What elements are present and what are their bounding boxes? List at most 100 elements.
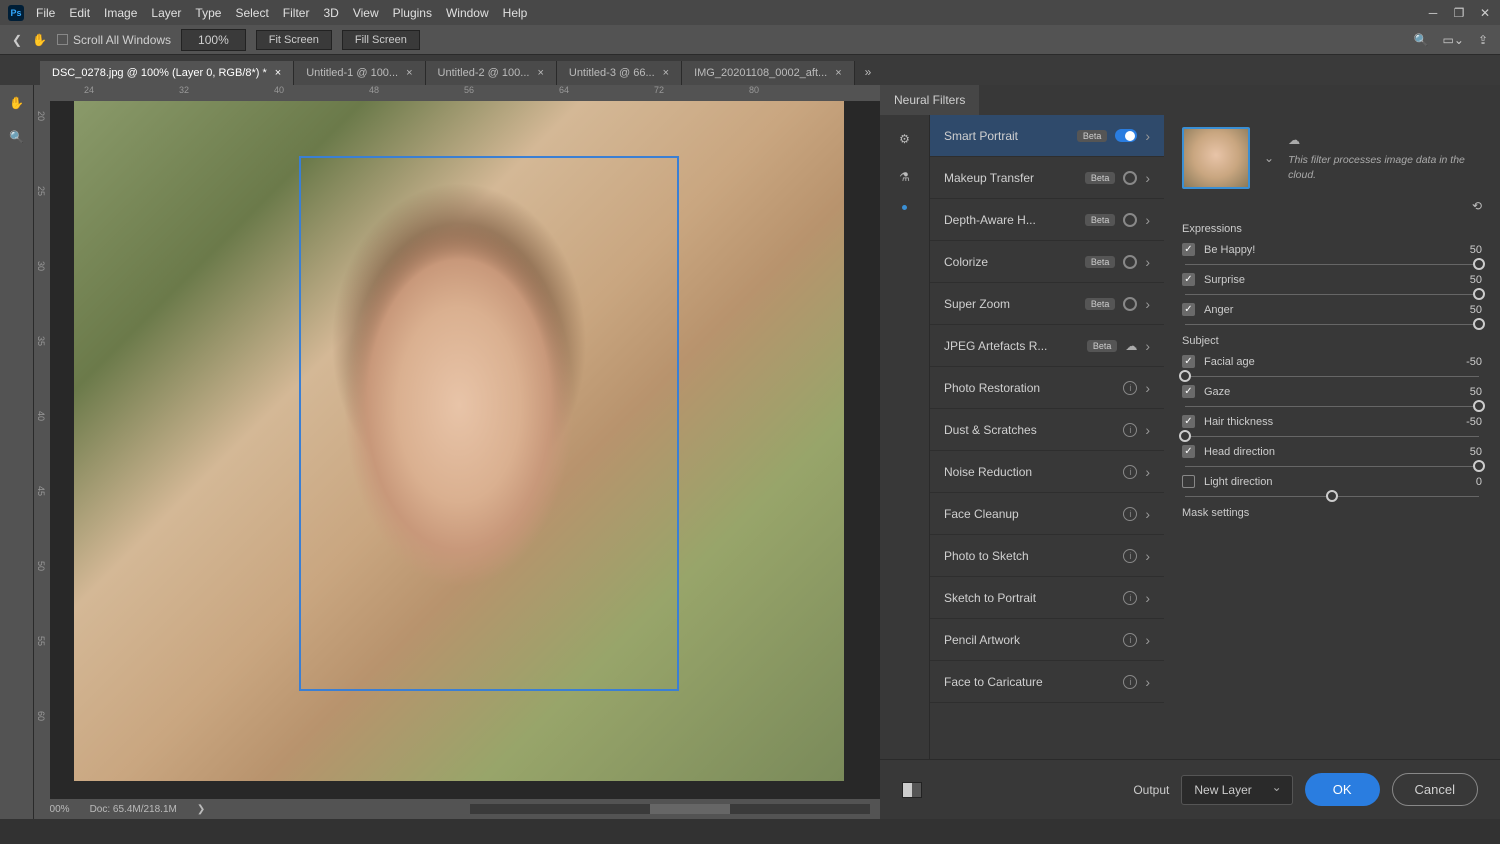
fit-screen-button[interactable]: Fit Screen <box>256 30 332 50</box>
slider-track[interactable] <box>1185 496 1479 497</box>
slider-handle[interactable] <box>1473 400 1485 412</box>
document-tab[interactable]: IMG_20201108_0002_aft...× <box>682 61 855 85</box>
tab-close-icon[interactable]: × <box>537 67 543 79</box>
menu-file[interactable]: File <box>36 6 55 20</box>
zoom-tool[interactable]: 🔍 <box>5 125 29 149</box>
filter-item[interactable]: Sketch to Portraiti› <box>930 577 1164 619</box>
filter-item[interactable]: JPEG Artefacts R...Beta☁› <box>930 325 1164 367</box>
document-tab[interactable]: Untitled-3 @ 66...× <box>557 61 682 85</box>
back-button[interactable]: ❮ <box>12 33 22 47</box>
slider-handle[interactable] <box>1473 258 1485 270</box>
menu-view[interactable]: View <box>353 6 379 20</box>
filter-item[interactable]: Makeup TransferBeta› <box>930 157 1164 199</box>
info-icon[interactable]: i <box>1123 423 1137 437</box>
menu-3d[interactable]: 3D <box>323 6 338 20</box>
canvas[interactable] <box>34 101 880 799</box>
slider-handle[interactable] <box>1179 370 1191 382</box>
hand-tool-icon[interactable]: ✋ <box>32 33 47 47</box>
filter-toggle[interactable] <box>1123 297 1137 311</box>
share-icon[interactable]: ⇪ <box>1478 33 1488 47</box>
face-selection-box[interactable] <box>299 156 679 691</box>
tabs-overflow-button[interactable]: » <box>855 59 882 85</box>
maximize-button[interactable]: ❐ <box>1452 6 1466 20</box>
slider-track[interactable] <box>1185 324 1479 325</box>
filter-item[interactable]: Dust & Scratchesi› <box>930 409 1164 451</box>
slider-track[interactable] <box>1185 406 1479 407</box>
filter-item[interactable]: Photo to Sketchi› <box>930 535 1164 577</box>
fill-screen-button[interactable]: Fill Screen <box>342 30 420 50</box>
info-icon[interactable]: i <box>1123 507 1137 521</box>
featured-category-icon[interactable]: ⚙ <box>895 129 915 149</box>
cloud-download-icon[interactable]: ☁ <box>1125 339 1137 353</box>
slider-handle[interactable] <box>1473 318 1485 330</box>
slider-checkbox[interactable]: ✓ <box>1182 445 1195 458</box>
status-chevron[interactable]: ❯ <box>197 804 205 815</box>
info-icon[interactable]: i <box>1123 675 1137 689</box>
slider-checkbox[interactable]: ✓ <box>1182 385 1195 398</box>
menu-edit[interactable]: Edit <box>69 6 90 20</box>
slider-checkbox[interactable]: ✓ <box>1182 273 1195 286</box>
menu-type[interactable]: Type <box>195 6 221 20</box>
filter-item[interactable]: Photo Restorationi› <box>930 367 1164 409</box>
face-dropdown-icon[interactable]: ⌄ <box>1264 151 1274 165</box>
filter-toggle[interactable] <box>1123 255 1137 269</box>
slider-handle[interactable] <box>1326 490 1338 502</box>
filter-item[interactable]: Smart PortraitBeta› <box>930 115 1164 157</box>
tab-close-icon[interactable]: × <box>275 67 281 79</box>
menu-plugins[interactable]: Plugins <box>393 6 432 20</box>
slider-track[interactable] <box>1185 436 1479 437</box>
panel-tab[interactable]: Neural Filters <box>880 85 979 115</box>
slider-checkbox[interactable] <box>1182 475 1195 488</box>
document-tab[interactable]: Untitled-2 @ 100...× <box>426 61 557 85</box>
slider-track[interactable] <box>1185 264 1479 265</box>
document-image[interactable] <box>74 101 844 781</box>
filter-item[interactable]: Face Cleanupi› <box>930 493 1164 535</box>
filter-toggle[interactable] <box>1123 171 1137 185</box>
slider-track[interactable] <box>1185 466 1479 467</box>
info-icon[interactable]: i <box>1123 465 1137 479</box>
menu-layer[interactable]: Layer <box>151 6 181 20</box>
slider-checkbox[interactable]: ✓ <box>1182 415 1195 428</box>
slider-checkbox[interactable]: ✓ <box>1182 355 1195 368</box>
menu-filter[interactable]: Filter <box>283 6 310 20</box>
info-icon[interactable]: i <box>1123 549 1137 563</box>
slider-track[interactable] <box>1185 376 1479 377</box>
menu-window[interactable]: Window <box>446 6 489 20</box>
filter-item[interactable]: Face to Caricaturei› <box>930 661 1164 703</box>
info-icon[interactable]: i <box>1123 381 1137 395</box>
slider-handle[interactable] <box>1179 430 1191 442</box>
tab-close-icon[interactable]: × <box>835 67 841 79</box>
menu-image[interactable]: Image <box>104 6 137 20</box>
slider-handle[interactable] <box>1473 460 1485 472</box>
filter-item[interactable]: ColorizeBeta› <box>930 241 1164 283</box>
info-icon[interactable]: i <box>1123 633 1137 647</box>
scroll-all-checkbox[interactable]: Scroll All Windows <box>57 33 171 47</box>
ok-button[interactable]: OK <box>1305 773 1380 806</box>
tab-close-icon[interactable]: × <box>406 67 412 79</box>
filter-toggle[interactable] <box>1115 129 1137 142</box>
search-icon[interactable]: 🔍 <box>1414 33 1429 47</box>
face-thumbnail[interactable] <box>1182 127 1250 189</box>
close-button[interactable]: ✕ <box>1478 6 1492 20</box>
minimize-button[interactable]: ─ <box>1426 6 1440 20</box>
menu-help[interactable]: Help <box>503 6 528 20</box>
info-icon[interactable]: i <box>1123 591 1137 605</box>
tab-close-icon[interactable]: × <box>663 67 669 79</box>
filter-item[interactable]: Depth-Aware H...Beta› <box>930 199 1164 241</box>
output-dropdown[interactable]: New Layer <box>1181 775 1292 805</box>
filter-item[interactable]: Pencil Artworki› <box>930 619 1164 661</box>
preview-toggle-icon[interactable] <box>902 782 922 798</box>
beta-category-icon[interactable]: ⚗ <box>895 167 915 187</box>
document-tab[interactable]: Untitled-1 @ 100...× <box>294 61 425 85</box>
slider-checkbox[interactable]: ✓ <box>1182 243 1195 256</box>
filter-item[interactable]: Noise Reductioni› <box>930 451 1164 493</box>
slider-handle[interactable] <box>1473 288 1485 300</box>
slider-track[interactable] <box>1185 294 1479 295</box>
menu-select[interactable]: Select <box>235 6 268 20</box>
horizontal-scrollbar[interactable] <box>470 804 870 814</box>
document-tab[interactable]: DSC_0278.jpg @ 100% (Layer 0, RGB/8*) *× <box>40 61 294 85</box>
slider-checkbox[interactable]: ✓ <box>1182 303 1195 316</box>
cancel-button[interactable]: Cancel <box>1392 773 1478 806</box>
filter-item[interactable]: Super ZoomBeta› <box>930 283 1164 325</box>
reset-button[interactable]: ⟲ <box>1182 199 1482 213</box>
